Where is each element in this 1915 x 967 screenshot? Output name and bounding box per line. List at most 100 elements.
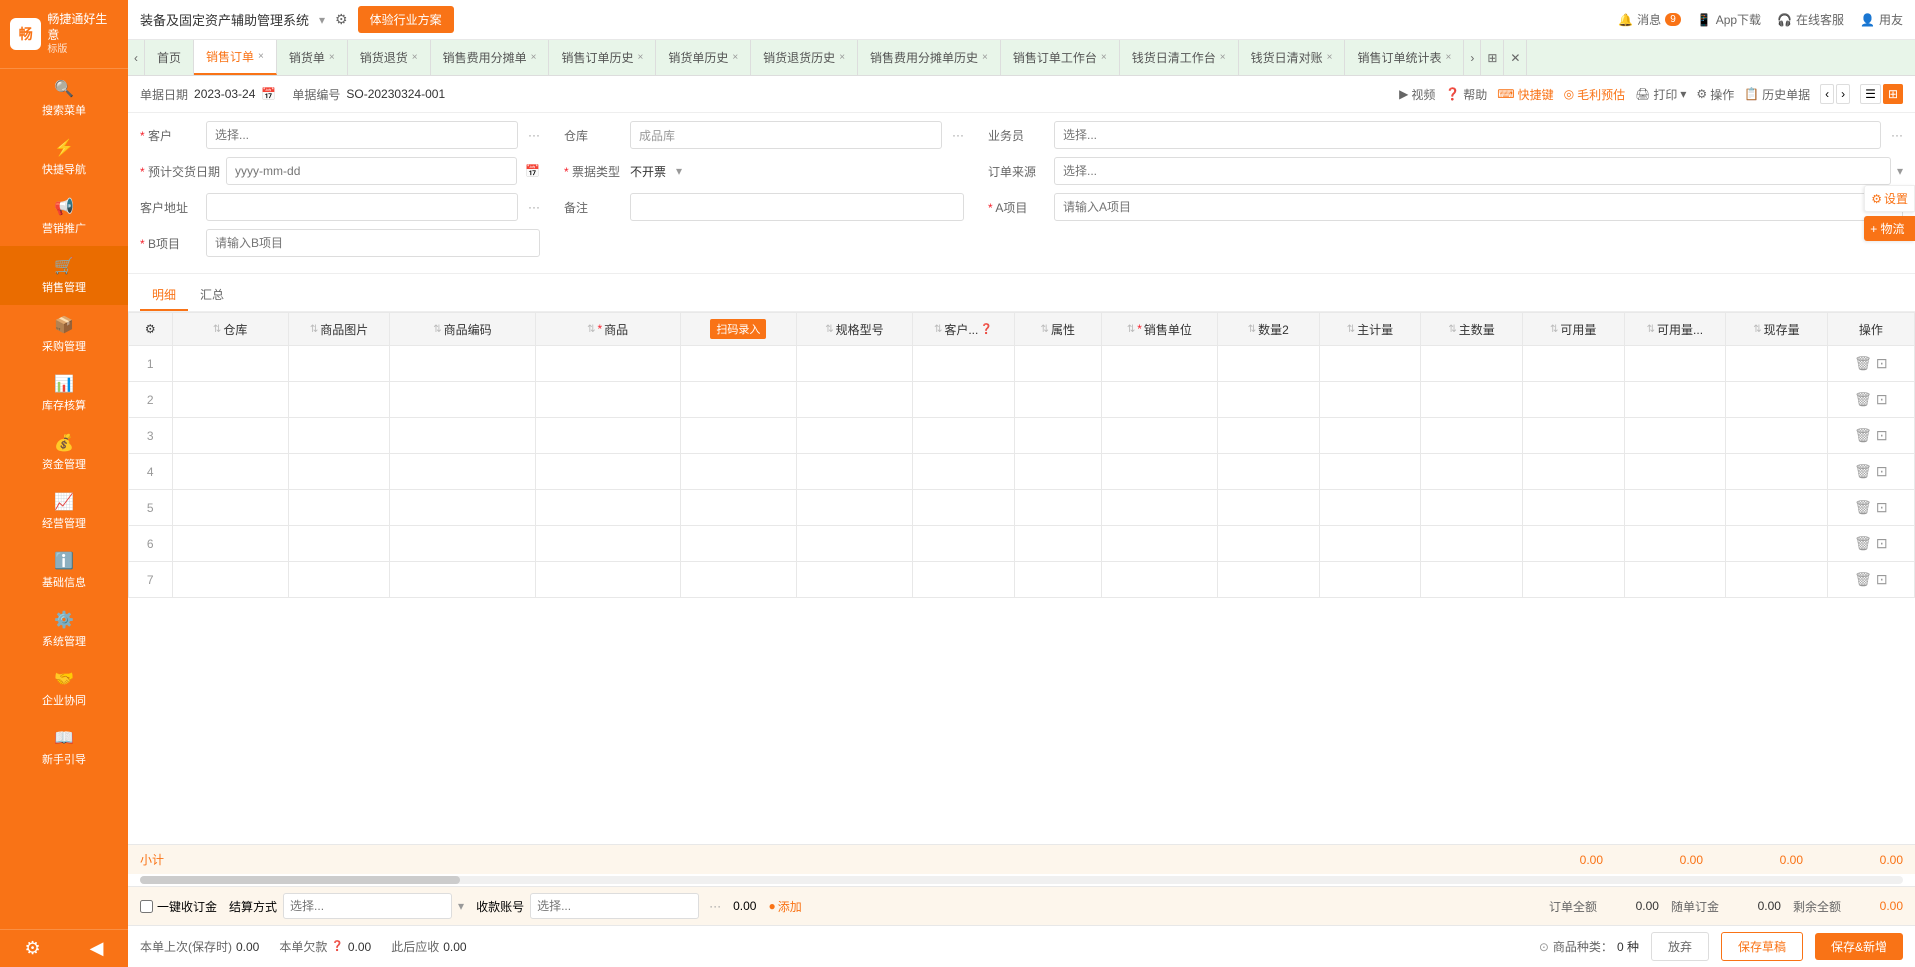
tab-sales-order[interactable]: 销售订单 × — [194, 40, 277, 75]
order-source-input[interactable] — [1054, 157, 1891, 185]
cell-code-1[interactable] — [390, 346, 535, 382]
payment-method-arrow[interactable]: ▾ — [458, 899, 464, 913]
notifications-btn[interactable]: 🔔 消息 9 — [1618, 11, 1681, 28]
user-menu-btn[interactable]: 👤 用友 — [1860, 11, 1903, 28]
cell-avail-3[interactable] — [1522, 418, 1624, 454]
cell-stock-5[interactable] — [1726, 490, 1828, 526]
info-icon[interactable]: ❓ — [980, 324, 992, 335]
calendar-icon[interactable]: 📅 — [261, 87, 276, 101]
remark-input[interactable] — [630, 193, 964, 221]
tab-reconciliation[interactable]: 钱货日清对账 × — [1239, 40, 1346, 75]
cell-code-7[interactable] — [390, 562, 535, 598]
copy-row-6-btn[interactable]: ⊡ — [1876, 535, 1888, 552]
tab-close-sales-goods[interactable]: × — [329, 52, 335, 63]
cell-product-3[interactable] — [535, 418, 680, 454]
cell-avail-2[interactable] — [1522, 382, 1624, 418]
next-record-btn[interactable]: › — [1836, 84, 1850, 104]
cell-mainunit-2[interactable] — [1319, 382, 1421, 418]
customer-more-icon[interactable]: ··· — [528, 128, 540, 142]
cell-avail-7[interactable] — [1522, 562, 1624, 598]
tab-close-statistics[interactable]: × — [1445, 52, 1451, 63]
cell-custcode-2[interactable] — [913, 382, 1015, 418]
cell-attr-5[interactable] — [1014, 490, 1101, 526]
warehouse-input[interactable] — [630, 121, 942, 149]
horizontal-scrollbar[interactable] — [128, 874, 1915, 886]
sidebar-item-inventory[interactable]: 📊 库存核算 — [0, 364, 128, 423]
scroll-track[interactable] — [140, 876, 1903, 884]
cell-unit-3[interactable] — [1101, 418, 1217, 454]
cell-mainunit-1[interactable] — [1319, 346, 1421, 382]
cell-unit-2[interactable] — [1101, 382, 1217, 418]
copy-row-7-btn[interactable]: ⊡ — [1876, 571, 1888, 588]
cell-spec-2[interactable] — [796, 382, 912, 418]
cell-unit-7[interactable] — [1101, 562, 1217, 598]
sidebar-item-cooperation[interactable]: 🤝 企业协同 — [0, 659, 128, 718]
cell-product-4[interactable] — [535, 454, 680, 490]
account-input[interactable] — [530, 893, 699, 919]
cell-spec-5[interactable] — [796, 490, 912, 526]
delete-row-3-btn[interactable]: 🗑 — [1854, 427, 1872, 444]
view-btn[interactable]: ▶ 视频 — [1399, 86, 1435, 103]
add-payment-btn[interactable]: ● 添加 — [768, 898, 801, 915]
cell-unit-6[interactable] — [1101, 526, 1217, 562]
cell-warehouse-7[interactable] — [172, 562, 288, 598]
discard-button[interactable]: 放弃 — [1651, 932, 1709, 961]
cell-image-5[interactable] — [288, 490, 390, 526]
cell-mainunit-5[interactable] — [1319, 490, 1421, 526]
tab-close-goods-history[interactable]: × — [732, 52, 738, 63]
cell-spec-7[interactable] — [796, 562, 912, 598]
cell-stock-3[interactable] — [1726, 418, 1828, 454]
delete-row-7-btn[interactable]: 🗑 — [1854, 571, 1872, 588]
scroll-thumb[interactable] — [140, 876, 460, 884]
tab-home[interactable]: 首页 — [145, 40, 194, 75]
save-draft-button[interactable]: 保存草稿 — [1721, 932, 1803, 961]
tab-close-order-history[interactable]: × — [637, 52, 643, 63]
cell-avail2-4[interactable] — [1624, 454, 1726, 490]
cell-avail2-3[interactable] — [1624, 418, 1726, 454]
copy-row-3-btn[interactable]: ⊡ — [1876, 427, 1888, 444]
cell-mainunit-3[interactable] — [1319, 418, 1421, 454]
save-new-button[interactable]: 保存&新增 — [1815, 933, 1903, 960]
tab-close-return-history[interactable]: × — [839, 52, 845, 63]
cell-qty2-4[interactable] — [1217, 454, 1319, 490]
cell-mainunit-4[interactable] — [1319, 454, 1421, 490]
cell-warehouse-2[interactable] — [172, 382, 288, 418]
cell-image-4[interactable] — [288, 454, 390, 490]
cell-warehouse-1[interactable] — [172, 346, 288, 382]
cell-custcode-7[interactable] — [913, 562, 1015, 598]
cell-code-5[interactable] — [390, 490, 535, 526]
cell-stock-4[interactable] — [1726, 454, 1828, 490]
tab-close-sales-order[interactable]: × — [258, 51, 264, 62]
scan-button[interactable]: 扫码录入 — [710, 319, 766, 339]
cell-product-2[interactable] — [535, 382, 680, 418]
sidebar-item-sales[interactable]: 🛒 销售管理 — [0, 246, 128, 305]
cell-product-5[interactable] — [535, 490, 680, 526]
cell-code-3[interactable] — [390, 418, 535, 454]
sidebar-item-quick-nav[interactable]: ⚡ 快捷导航 — [0, 128, 128, 187]
cell-mainqty-4[interactable] — [1421, 454, 1523, 490]
help-btn[interactable]: ❓ 帮助 — [1445, 86, 1487, 103]
cell-mainqty-1[interactable] — [1421, 346, 1523, 382]
sidebar-collapse-btn[interactable]: ◀ — [90, 938, 104, 959]
sidebar-item-operations[interactable]: 📈 经营管理 — [0, 482, 128, 541]
customer-input[interactable] — [206, 121, 518, 149]
cell-avail2-5[interactable] — [1624, 490, 1726, 526]
tab-statistics[interactable]: 销售订单统计表 × — [1345, 40, 1464, 75]
account-more-icon[interactable]: ··· — [709, 899, 721, 913]
cell-warehouse-5[interactable] — [172, 490, 288, 526]
cell-custcode-1[interactable] — [913, 346, 1015, 382]
sidebar-item-search[interactable]: 🔍 搜索菜单 — [0, 69, 128, 128]
sidebar-item-guide[interactable]: 📖 新手引导 — [0, 718, 128, 777]
cell-avail-6[interactable] — [1522, 526, 1624, 562]
cell-unit-4[interactable] — [1101, 454, 1217, 490]
cell-spec-4[interactable] — [796, 454, 912, 490]
list-view-btn[interactable]: ☰ — [1860, 84, 1881, 104]
cell-unit-5[interactable] — [1101, 490, 1217, 526]
cell-stock-2[interactable] — [1726, 382, 1828, 418]
cell-product-1[interactable] — [535, 346, 680, 382]
tab-detail[interactable]: 明细 — [140, 280, 188, 311]
tab-sales-order-history[interactable]: 销售订单历史 × — [549, 40, 656, 75]
cell-avail2-7[interactable] — [1624, 562, 1726, 598]
tab-close-expense-history[interactable]: × — [982, 52, 988, 63]
tab-return-history[interactable]: 销货退货历史 × — [751, 40, 858, 75]
